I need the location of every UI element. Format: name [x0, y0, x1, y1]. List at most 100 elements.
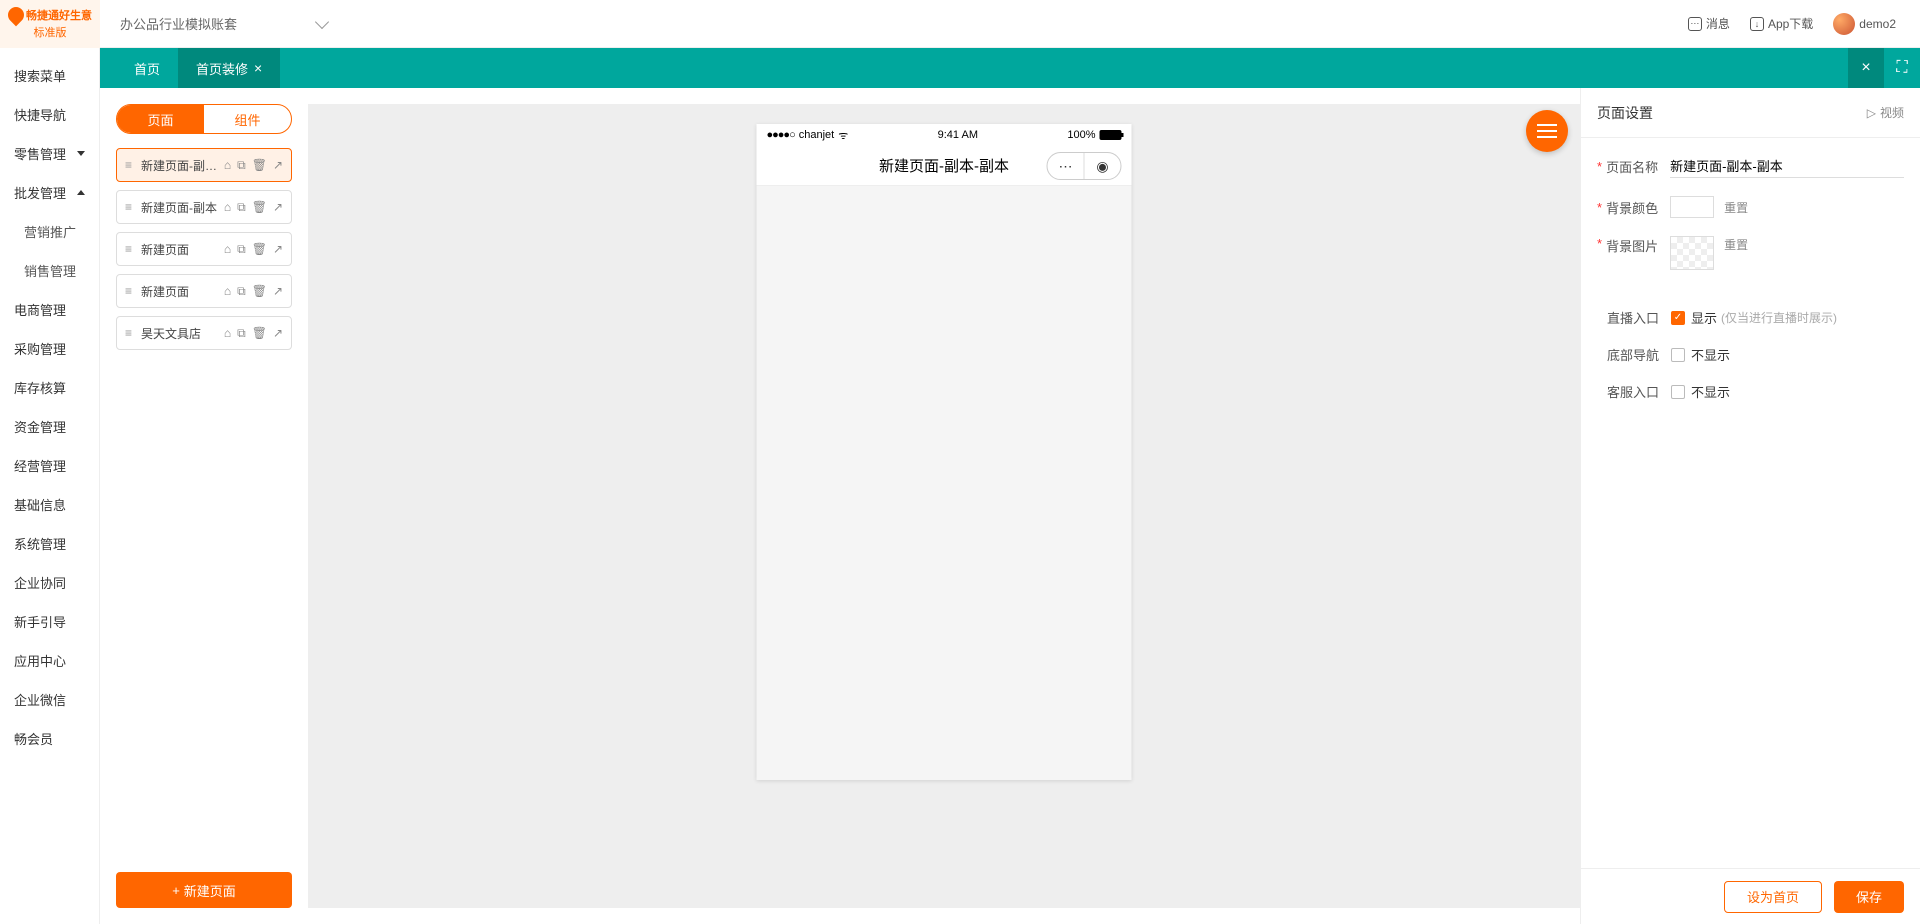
label-bottomnav: 底部导航 [1607, 345, 1671, 364]
wifi-icon: ᯤ [838, 128, 848, 143]
sidebar-item-coop[interactable]: 企业协同 [0, 563, 99, 602]
delete-icon[interactable]: 🗑 [252, 200, 267, 215]
reset-bg-image[interactable]: 重置 [1724, 236, 1748, 253]
drag-icon[interactable]: ≡ [125, 159, 135, 171]
sidebar-item-wholesale[interactable]: 批发管理 [0, 173, 99, 212]
segment-control: 页面 组件 [116, 104, 292, 134]
carrier-label: chanjet [799, 129, 834, 141]
page-list-item[interactable]: ≡ 新建页面 ⌂ ⧉ 🗑 ↗ [116, 274, 292, 308]
sidebar-item-quick[interactable]: 快捷导航 [0, 95, 99, 134]
sidebar-item-appcenter[interactable]: 应用中心 [0, 641, 99, 680]
page-item-name: 新建页面 [141, 283, 218, 300]
phone-body[interactable] [757, 186, 1132, 780]
copy-icon[interactable]: ⧉ [237, 200, 246, 215]
bg-color-swatch[interactable] [1670, 196, 1714, 218]
more-icon[interactable]: ⋯ [1048, 153, 1084, 179]
messages-link[interactable]: ⋯ 消息 [1688, 15, 1730, 32]
new-page-button[interactable]: + 新建页面 [116, 872, 292, 908]
page-list-item[interactable]: ≡新建页面-副本⌂⧉🗑↗ [116, 190, 292, 224]
copy-icon[interactable]: ⧉ [237, 242, 246, 257]
home-icon[interactable]: ⌂ [224, 326, 231, 341]
video-help-link[interactable]: ▷ 视频 [1867, 104, 1904, 121]
battery-percent: 100% [1067, 129, 1095, 141]
sidebar-item-retail[interactable]: 零售管理 [0, 134, 99, 173]
drag-icon[interactable]: ≡ [125, 327, 135, 339]
home-icon[interactable]: ⌂ [224, 158, 231, 173]
app-download-link[interactable]: ↓ App下载 [1750, 15, 1813, 32]
sidebar-sub-marketing[interactable]: 营销推广 [0, 212, 99, 251]
sidebar-item-base[interactable]: 基础信息 [0, 485, 99, 524]
delete-icon[interactable]: 🗑 [252, 284, 267, 299]
segment-component[interactable]: 组件 [204, 105, 291, 133]
set-home-button[interactable]: 设为首页 [1724, 881, 1822, 913]
canvas: ●●●●○ chanjet ᯤ 9:41 AM 100% 新建页面-副本 [308, 104, 1580, 908]
copy-icon[interactable]: ⧉ [237, 284, 246, 299]
share-icon[interactable]: ↗ [273, 200, 283, 215]
input-page-name[interactable] [1670, 154, 1904, 178]
target-icon[interactable]: ◉ [1085, 153, 1121, 179]
copy-icon[interactable]: ⧉ [237, 326, 246, 341]
sidebar-item-ecom[interactable]: 电商管理 [0, 290, 99, 329]
checkbox-bottomnav[interactable] [1671, 348, 1685, 362]
page-item-name: 新建页面-副本... [141, 157, 218, 174]
page-list-panel: 页面 组件 ≡新建页面-副本...⌂⧉🗑↗≡新建页面-副本⌂⧉🗑↗≡新建页面⌂⧉… [100, 88, 308, 924]
chat-icon: ⋯ [1688, 17, 1702, 31]
play-icon: ▷ [1867, 106, 1876, 120]
tab-home[interactable]: 首页 [116, 48, 178, 88]
account-selector[interactable]: 办公品行业模拟账套 [120, 14, 327, 33]
delete-icon[interactable]: 🗑 [252, 326, 267, 341]
label-bg-color: 背景颜色 [1606, 198, 1670, 217]
share-icon[interactable]: ↗ [273, 158, 283, 173]
page-list-item[interactable]: ≡昊天文具店⌂⧉🗑↗ [116, 316, 292, 350]
drag-icon[interactable]: ≡ [125, 285, 135, 297]
sidebar-item-operate[interactable]: 经营管理 [0, 446, 99, 485]
live-hint: (仅当进行直播时展示) [1721, 309, 1837, 326]
copy-icon[interactable]: ⧉ [237, 158, 246, 173]
fullscreen-button[interactable]: ⛶ [1884, 48, 1920, 88]
phone-capsule: ⋯ ◉ [1047, 152, 1122, 180]
sidebar-item-member[interactable]: 畅会员 [0, 719, 99, 758]
page-list-item[interactable]: ≡ 新建页面-副本... ⌂ ⧉ 🗑 ↗ [116, 148, 292, 182]
sidebar-item-guide[interactable]: 新手引导 [0, 602, 99, 641]
brand-logo: 畅捷通好生意 标准版 [0, 0, 100, 48]
delete-icon[interactable]: 🗑 [252, 242, 267, 257]
sidebar-sub-sales[interactable]: 销售管理 [0, 251, 99, 290]
required-mark: * [1597, 159, 1602, 174]
sidebar-item-fund[interactable]: 资金管理 [0, 407, 99, 446]
drag-icon[interactable]: ≡ [125, 201, 135, 213]
sidebar-item-wechat[interactable]: 企业微信 [0, 680, 99, 719]
bg-image-swatch[interactable] [1670, 236, 1714, 270]
phone-time: 9:41 AM [938, 129, 978, 141]
battery-icon [1099, 130, 1121, 140]
drag-icon[interactable]: ≡ [125, 243, 135, 255]
user-menu[interactable]: demo2 [1833, 13, 1896, 35]
save-button[interactable]: 保存 [1834, 881, 1904, 913]
toggle-panel-button[interactable] [1526, 110, 1568, 152]
flame-icon [5, 4, 28, 27]
checkbox-service[interactable] [1671, 385, 1685, 399]
sidebar-item-search[interactable]: 搜索菜单 [0, 56, 99, 95]
reset-bg-color[interactable]: 重置 [1724, 199, 1748, 216]
brand-edition: 标准版 [34, 24, 67, 40]
share-icon[interactable]: ↗ [273, 326, 283, 341]
home-icon[interactable]: ⌂ [224, 242, 231, 257]
page-list-item[interactable]: ≡新建页面⌂⧉🗑↗ [116, 232, 292, 266]
checkbox-live[interactable]: ✓ [1671, 311, 1685, 325]
delete-icon[interactable]: 🗑 [252, 158, 267, 173]
share-icon[interactable]: ↗ [273, 284, 283, 299]
home-icon[interactable]: ⌂ [224, 200, 231, 215]
tab-decor[interactable]: 首页装修 × [178, 48, 280, 88]
sidebar-item-system[interactable]: 系统管理 [0, 524, 99, 563]
tab-close-all[interactable]: × [1848, 48, 1884, 88]
sidebar: 搜索菜单 快捷导航 零售管理 批发管理 营销推广 销售管理 电商管理 采购管理 … [0, 48, 100, 924]
share-icon[interactable]: ↗ [273, 242, 283, 257]
phone-navbar: 新建页面-副本-副本 ⋯ ◉ [757, 146, 1132, 186]
download-icon: ↓ [1750, 17, 1764, 31]
phone-page-title: 新建页面-副本-副本 [879, 155, 1009, 176]
segment-page[interactable]: 页面 [117, 105, 204, 133]
sidebar-item-stock[interactable]: 库存核算 [0, 368, 99, 407]
close-icon[interactable]: × [254, 60, 262, 76]
home-icon[interactable]: ⌂ [224, 284, 231, 299]
brand-name: 畅捷通好生意 [26, 7, 92, 23]
sidebar-item-purchase[interactable]: 采购管理 [0, 329, 99, 368]
